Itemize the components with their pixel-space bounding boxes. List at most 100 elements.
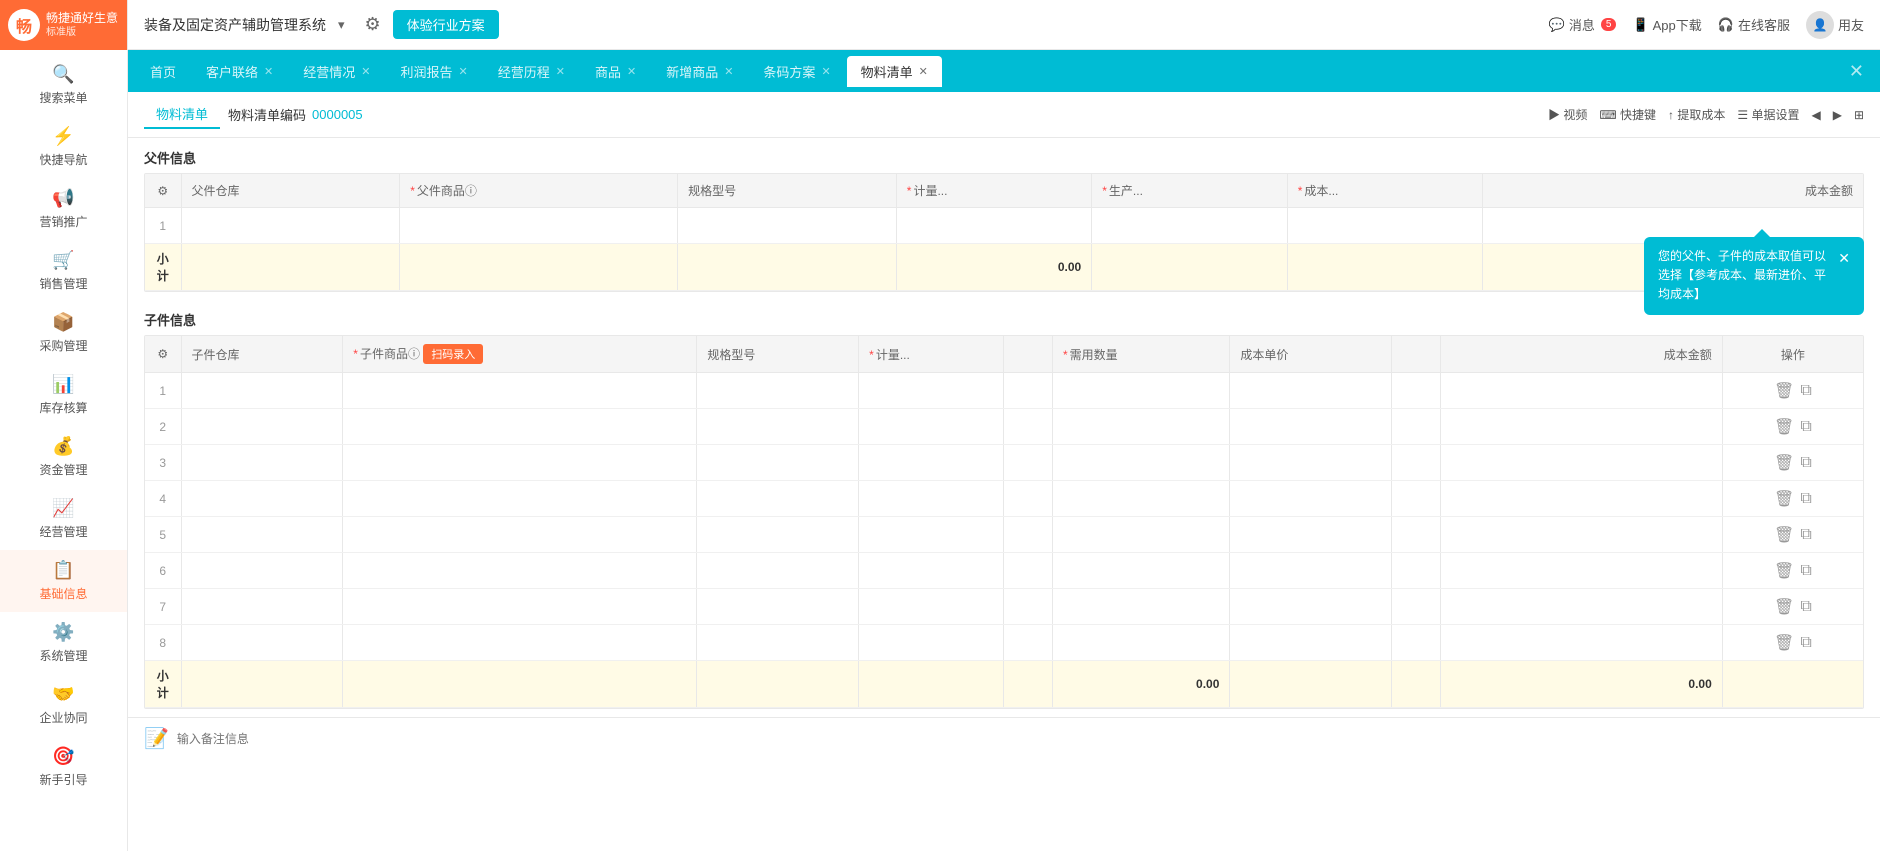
copy-btn-7[interactable]: ⧉ (1800, 598, 1811, 616)
note-input[interactable] (177, 732, 1864, 746)
sidebar-item-quicknav[interactable]: ⚡ 快捷导航 (0, 116, 127, 178)
sidebar-item-collab[interactable]: 🤝 企业协同 (0, 674, 127, 736)
delete-btn-1[interactable]: 🗑 (1774, 381, 1794, 401)
child-spec-4[interactable] (697, 481, 859, 517)
child-price-4[interactable] (1230, 481, 1392, 517)
child-warehouse-7[interactable] (181, 589, 343, 625)
child-unit-2[interactable] (859, 409, 1004, 445)
parent-goods-cell[interactable] (400, 208, 678, 244)
child-qty-3[interactable] (1052, 445, 1229, 481)
child-goods-8[interactable] (343, 625, 697, 661)
child-spec-3[interactable] (697, 445, 859, 481)
child-qty-6[interactable] (1052, 553, 1229, 589)
child-goods-3[interactable] (343, 445, 697, 481)
tab-goods[interactable]: 商品✕ (581, 56, 650, 87)
child-price-5[interactable] (1230, 517, 1392, 553)
delete-btn-5[interactable]: 🗑 (1774, 525, 1794, 545)
child-warehouse-1[interactable] (181, 373, 343, 409)
tab-operation-close[interactable]: ✕ (361, 65, 370, 78)
trial-button[interactable]: 体验行业方案 (393, 10, 499, 39)
child-spec-5[interactable] (697, 517, 859, 553)
child-unit-3[interactable] (859, 445, 1004, 481)
sidebar-item-sales[interactable]: 🛒 销售管理 (0, 240, 127, 302)
parent-warehouse-cell[interactable] (181, 208, 400, 244)
sidebar-item-guide[interactable]: 🎯 新手引导 (0, 736, 127, 798)
sidebar-item-search[interactable]: 🔍 搜索菜单 (0, 54, 127, 116)
child-spec-6[interactable] (697, 553, 859, 589)
copy-btn-5[interactable]: ⧉ (1800, 526, 1811, 544)
nav-next[interactable]: ▶ (1833, 108, 1842, 122)
child-price-3[interactable] (1230, 445, 1392, 481)
child-unit-5[interactable] (859, 517, 1004, 553)
tab-new-goods[interactable]: 新增商品✕ (652, 56, 747, 87)
child-unit-8[interactable] (859, 625, 1004, 661)
delete-btn-6[interactable]: 🗑 (1774, 561, 1794, 581)
online-service-item[interactable]: 🎧 在线客服 (1718, 15, 1790, 34)
sidebar-item-purchase[interactable]: 📦 采购管理 (0, 302, 127, 364)
child-goods-4[interactable] (343, 481, 697, 517)
sidebar-item-system[interactable]: ⚙️ 系统管理 (0, 612, 127, 674)
child-qty-4[interactable] (1052, 481, 1229, 517)
child-spec-8[interactable] (697, 625, 859, 661)
copy-btn-3[interactable]: ⧉ (1800, 454, 1811, 472)
child-price-7[interactable] (1230, 589, 1392, 625)
child-qty-8[interactable] (1052, 625, 1229, 661)
sub-tab-bom[interactable]: 物料清单 (144, 100, 220, 129)
app-download-item[interactable]: 📱 App下载 (1632, 15, 1701, 34)
tab-history[interactable]: 经营历程✕ (484, 56, 579, 87)
child-goods-6[interactable] (343, 553, 697, 589)
child-goods-2[interactable] (343, 409, 697, 445)
nav-close-all[interactable]: ✕ (1841, 61, 1872, 82)
child-price-8[interactable] (1230, 625, 1392, 661)
child-warehouse-4[interactable] (181, 481, 343, 517)
child-goods-5[interactable] (343, 517, 697, 553)
child-qty-1[interactable] (1052, 373, 1229, 409)
delete-btn-7[interactable]: 🗑 (1774, 597, 1794, 617)
child-goods-1[interactable] (343, 373, 697, 409)
tab-bom-close[interactable]: ✕ (919, 65, 928, 78)
child-unit-6[interactable] (859, 553, 1004, 589)
child-warehouse-6[interactable] (181, 553, 343, 589)
child-qty-7[interactable] (1052, 589, 1229, 625)
user-item[interactable]: 👤 用友 (1806, 11, 1864, 39)
child-qty-5[interactable] (1052, 517, 1229, 553)
child-goods-7[interactable] (343, 589, 697, 625)
child-unit-4[interactable] (859, 481, 1004, 517)
child-spec-1[interactable] (697, 373, 859, 409)
nav-prev[interactable]: ◀ (1811, 108, 1820, 122)
sidebar-item-management[interactable]: 📈 经营管理 (0, 488, 127, 550)
copy-btn-8[interactable]: ⧉ (1800, 634, 1811, 652)
view-toggle[interactable]: ⊞ (1854, 108, 1864, 122)
copy-btn-4[interactable]: ⧉ (1800, 490, 1811, 508)
child-warehouse-2[interactable] (181, 409, 343, 445)
child-spec-7[interactable] (697, 589, 859, 625)
child-price-2[interactable] (1230, 409, 1392, 445)
delete-btn-3[interactable]: 🗑 (1774, 453, 1794, 473)
tab-profit-close[interactable]: ✕ (459, 65, 468, 78)
parent-cost-cell[interactable] (1287, 208, 1482, 244)
tab-customer-close[interactable]: ✕ (264, 65, 273, 78)
sidebar-item-basic[interactable]: 📋 基础信息 (0, 550, 127, 612)
tab-barcode-close[interactable]: ✕ (821, 65, 830, 78)
copy-btn-2[interactable]: ⧉ (1800, 418, 1811, 436)
delete-btn-8[interactable]: 🗑 (1774, 633, 1794, 653)
child-warehouse-3[interactable] (181, 445, 343, 481)
tab-history-close[interactable]: ✕ (556, 65, 565, 78)
action-shortcut[interactable]: ⌨ 快捷键 (1599, 106, 1656, 123)
scan-btn[interactable]: 扫码录入 (423, 344, 483, 364)
child-price-1[interactable] (1230, 373, 1392, 409)
tab-profit[interactable]: 利润报告✕ (386, 56, 481, 87)
copy-btn-1[interactable]: ⧉ (1800, 382, 1811, 400)
delete-btn-2[interactable]: 🗑 (1774, 417, 1794, 437)
tab-home[interactable]: 首页 (136, 56, 190, 87)
child-price-6[interactable] (1230, 553, 1392, 589)
sidebar-item-inventory[interactable]: 📊 库存核算 (0, 364, 127, 426)
message-item[interactable]: 💬 消息 5 (1549, 15, 1617, 34)
tab-barcode[interactable]: 条码方案✕ (749, 56, 844, 87)
action-video[interactable]: ▶ 视频 (1548, 106, 1587, 123)
dropdown-arrow[interactable]: ▾ (338, 17, 345, 33)
action-settings[interactable]: ☰ 单据设置 (1737, 106, 1799, 123)
parent-spec-cell[interactable] (678, 208, 897, 244)
tab-new-goods-close[interactable]: ✕ (724, 65, 733, 78)
tab-goods-close[interactable]: ✕ (627, 65, 636, 78)
